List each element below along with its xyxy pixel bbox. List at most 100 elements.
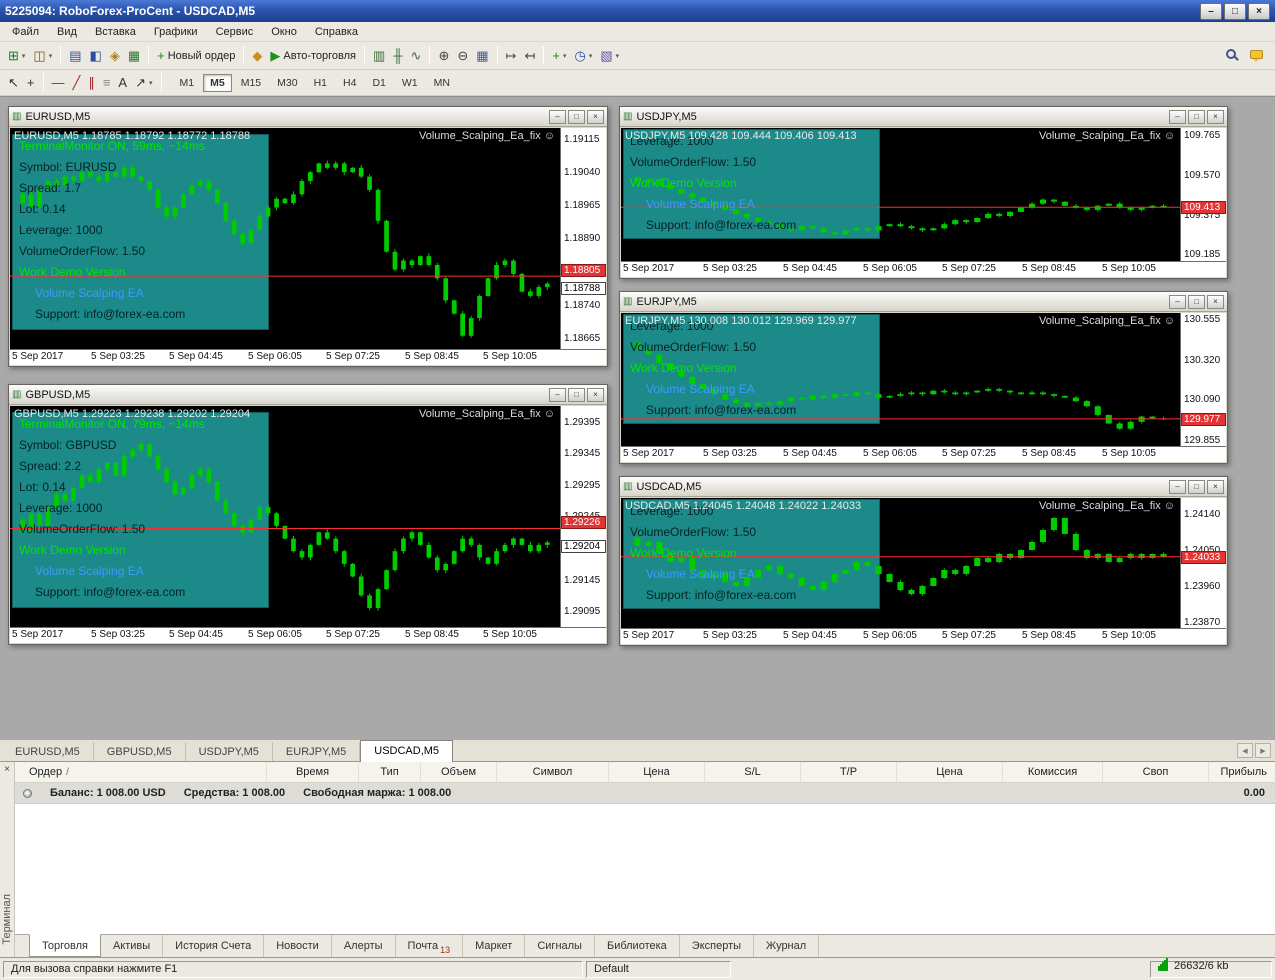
horizontal-line-button[interactable]: —	[48, 74, 69, 92]
maximize-button[interactable]: □	[1188, 479, 1205, 494]
orders-list-empty-area[interactable]	[15, 804, 1275, 934]
timeframe-m5[interactable]: M5	[203, 73, 232, 92]
scroll-right-button[interactable]: ▶	[1255, 743, 1271, 758]
terminal-tab-market[interactable]: Маркет	[463, 935, 526, 957]
chart-window-usdjpy[interactable]: ▥ USDJPY,M5 – □ × Leverage: 1000 VolumeOrde…	[619, 106, 1228, 279]
time-axis[interactable]: 5 Sep 2017 5 Sep 03:25 5 Sep 04:45 5 Sep 06…	[621, 261, 1226, 277]
timeframe-w1[interactable]: W1	[395, 74, 425, 92]
minimize-button[interactable]: –	[1169, 294, 1186, 309]
terminal-close-button[interactable]: ×	[4, 764, 10, 775]
close-button[interactable]: ×	[1207, 479, 1224, 494]
menu-service[interactable]: Сервис	[207, 24, 263, 40]
status-profile[interactable]: Default	[586, 960, 731, 978]
line-chart-button[interactable]: ∿	[407, 47, 426, 65]
minimize-button[interactable]: –	[1169, 479, 1186, 494]
price-scale[interactable]: 130.555 130.320 130.090 129.855 129.977	[1180, 313, 1226, 446]
terminal-tab-assets[interactable]: Активы	[101, 935, 164, 957]
zoom-in-button[interactable]: ⊕	[434, 47, 453, 65]
price-scale[interactable]: 1.191151.190401.189651.188901.188151.187…	[560, 128, 606, 349]
chart-tab-eurjpy-m5[interactable]: EURJPY,M5	[273, 742, 361, 761]
menu-charts[interactable]: Графики	[145, 24, 207, 40]
chart-shift-button[interactable]: ↤	[520, 47, 539, 65]
maximize-button[interactable]: □	[568, 387, 585, 402]
indicators-button[interactable]: + ▾	[548, 47, 570, 65]
cursor-button[interactable]: ↖	[4, 74, 23, 92]
chart-plot-area[interactable]: Leverage: 1000 VolumeOrderFlow: 1.50 Work …	[621, 128, 1180, 261]
metaeditor-button[interactable]: ◆	[248, 47, 266, 65]
terminal-tab-account-history[interactable]: История Счета	[163, 935, 265, 957]
minimize-button[interactable]: –	[549, 109, 566, 124]
trendline-button[interactable]: ╱	[69, 74, 85, 92]
tile-windows-button[interactable]: ▦	[472, 47, 492, 65]
close-button[interactable]: ×	[1248, 2, 1270, 20]
chart-plot-area[interactable]: Leverage: 1000 VolumeOrderFlow: 1.50 Work …	[621, 498, 1180, 628]
chart-window-titlebar[interactable]: ▥ GBPUSD,M5 – □ ×	[9, 385, 607, 405]
chart-plot-area[interactable]: TerminalMonitor ON, 79ms, ~14ms Symbol: G…	[10, 406, 560, 627]
timeframe-h4[interactable]: H4	[336, 74, 363, 92]
column-header-volume[interactable]: Объем	[421, 762, 497, 782]
column-header-commission[interactable]: Комиссия	[1003, 762, 1103, 782]
time-axis[interactable]: 5 Sep 2017 5 Sep 03:25 5 Sep 04:45 5 Sep 06…	[621, 446, 1226, 462]
close-button[interactable]: ×	[587, 109, 604, 124]
column-header-open-price[interactable]: Цена	[609, 762, 705, 782]
price-scale[interactable]: 1.293951.293451.292951.292451.291951.291…	[560, 406, 606, 627]
terminal-tab-library[interactable]: Библиотека	[595, 935, 680, 957]
scroll-left-button[interactable]: ◀	[1237, 743, 1253, 758]
text-button[interactable]: A	[114, 74, 131, 92]
terminal-tab-experts[interactable]: Эксперты	[680, 935, 755, 957]
timeframe-m1[interactable]: M1	[173, 74, 202, 92]
channel-button[interactable]: ∥	[84, 74, 99, 92]
navigator-button[interactable]: ◈	[106, 47, 124, 65]
templates-button[interactable]: ▧ ▾	[596, 47, 623, 65]
data-window-button[interactable]: ◧	[86, 47, 106, 65]
periods-button[interactable]: ◷ ▾	[570, 47, 596, 65]
arrows-button[interactable]: ↗ ▾	[131, 74, 156, 92]
zoom-out-button[interactable]: ⊖	[453, 47, 472, 65]
menu-window[interactable]: Окно	[262, 24, 306, 40]
timeframe-mn[interactable]: MN	[427, 74, 457, 92]
close-button[interactable]: ×	[587, 387, 604, 402]
profiles-button[interactable]: ◫ ▾	[29, 47, 56, 65]
timeframe-h1[interactable]: H1	[307, 74, 334, 92]
maximize-button[interactable]: □	[1188, 109, 1205, 124]
chart-tab-gbpusd-m5[interactable]: GBPUSD,M5	[94, 742, 186, 761]
chart-plot-area[interactable]: TerminalMonitor ON, 59ms, ~14ms Symbol: E…	[10, 128, 560, 349]
column-header-price[interactable]: Цена	[897, 762, 1003, 782]
terminal-tab-alerts[interactable]: Алерты	[332, 935, 396, 957]
balance-row[interactable]: Баланс: 1 008.00 USD Средства: 1 008.00 …	[15, 783, 1275, 804]
terminal-tab-mailbox[interactable]: Почта 13	[396, 935, 464, 957]
terminal-tab-journal[interactable]: Журнал	[754, 935, 820, 957]
autotrading-button[interactable]: ▶ Авто-торговля	[266, 47, 360, 65]
timeframe-m15[interactable]: M15	[234, 74, 268, 92]
chart-plot-area[interactable]: Leverage: 1000 VolumeOrderFlow: 1.50 Work …	[621, 313, 1180, 446]
time-axis[interactable]: 5 Sep 2017 5 Sep 03:25 5 Sep 04:45 5 Sep 06…	[10, 627, 606, 643]
chart-window-eurjpy[interactable]: ▥ EURJPY,M5 – □ × Leverage: 1000 VolumeOrde…	[619, 291, 1228, 464]
maximize-button[interactable]: □	[568, 109, 585, 124]
column-header-sl[interactable]: S/L	[705, 762, 801, 782]
minimize-button[interactable]: –	[1200, 2, 1222, 20]
minimize-button[interactable]: –	[1169, 109, 1186, 124]
maximize-button[interactable]: □	[1188, 294, 1205, 309]
terminal-tab-signals[interactable]: Сигналы	[525, 935, 595, 957]
fibonacci-button[interactable]: ≡	[99, 74, 115, 92]
chart-window-titlebar[interactable]: ▥ USDJPY,M5 – □ ×	[620, 107, 1227, 127]
auto-scroll-button[interactable]: ↦	[502, 47, 521, 65]
new-order-button[interactable]: + Новый ордер	[153, 47, 239, 65]
close-button[interactable]: ×	[1207, 109, 1224, 124]
chart-window-titlebar[interactable]: ▥ EURUSD,M5 – □ ×	[9, 107, 607, 127]
column-header-tp[interactable]: T/P	[801, 762, 897, 782]
time-axis[interactable]: 5 Sep 2017 5 Sep 03:25 5 Sep 04:45 5 Sep 06…	[10, 349, 606, 365]
column-header-order[interactable]: Ордер /	[15, 762, 267, 782]
chart-window-titlebar[interactable]: ▥ EURJPY,M5 – □ ×	[620, 292, 1227, 312]
menu-help[interactable]: Справка	[306, 24, 367, 40]
column-header-profit[interactable]: Прибыль	[1209, 762, 1275, 782]
menu-insert[interactable]: Вставка	[86, 24, 145, 40]
timeframe-m30[interactable]: M30	[270, 74, 304, 92]
chart-window-eurusd[interactable]: ▥ EURUSD,M5 – □ × TerminalMonitor ON, 59ms…	[8, 106, 608, 367]
maximize-button[interactable]: □	[1224, 2, 1246, 20]
new-chart-button[interactable]: ⊞ ▾	[4, 47, 29, 65]
close-button[interactable]: ×	[1207, 294, 1224, 309]
timeframe-d1[interactable]: D1	[365, 74, 392, 92]
chart-tab-usdjpy-m5[interactable]: USDJPY,M5	[186, 742, 273, 761]
menu-view[interactable]: Вид	[48, 24, 86, 40]
